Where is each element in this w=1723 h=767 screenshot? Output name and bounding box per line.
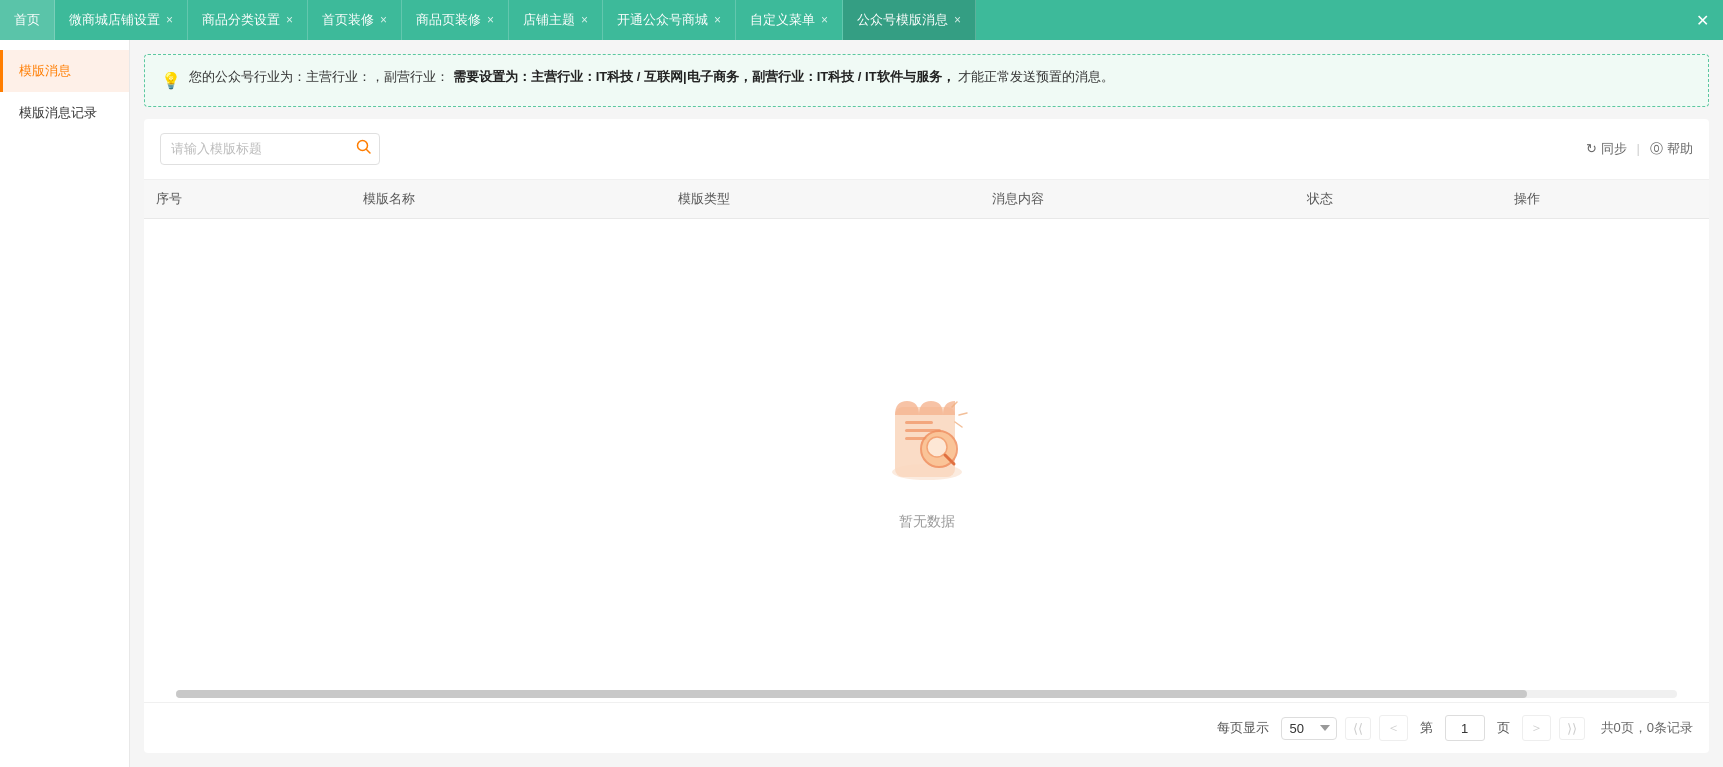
tab-bar: 首页 微商城店铺设置 × 商品分类设置 × 首页装修 × 商品页装修 × 店铺主… (0, 0, 1723, 40)
search-left (160, 133, 372, 165)
total-info: 共0页，0条记录 (1601, 719, 1693, 737)
page-next-button[interactable]: ＞ (1522, 715, 1551, 741)
help-icon: ⓪ (1650, 140, 1663, 158)
search-bar: ↻ 同步 | ⓪ 帮助 (144, 119, 1709, 180)
per-page-label: 每页显示 (1217, 719, 1269, 737)
tab-wechatshop[interactable]: 开通公众号商城 × (603, 0, 736, 40)
page-input[interactable] (1445, 715, 1485, 741)
page-first-button[interactable]: ⟨⟨ (1345, 717, 1371, 740)
empty-state: 暂无数据 (144, 219, 1709, 690)
tab-close-theme[interactable]: × (581, 13, 588, 27)
main-layout: 模版消息 模版消息记录 💡 您的公众号行业为：主营行业：，副营行业： 需要设置为… (0, 40, 1723, 767)
page-prev-button[interactable]: ＜ (1379, 715, 1408, 741)
tab-theme[interactable]: 店铺主题 × (509, 0, 603, 40)
col-header-type: 模版类型 (666, 180, 981, 219)
tab-weshop[interactable]: 微商城店铺设置 × (55, 0, 188, 40)
col-header-content: 消息内容 (980, 180, 1295, 219)
tab-productpage[interactable]: 商品页装修 × (402, 0, 509, 40)
page-last-button[interactable]: ⟩⟩ (1559, 717, 1585, 740)
tab-close-custommenu[interactable]: × (821, 13, 828, 27)
scroll-thumb[interactable] (176, 690, 1527, 698)
col-header-name: 模版名称 (351, 180, 666, 219)
tab-bar-close-all[interactable]: ✕ (1682, 0, 1723, 40)
table-container: ↻ 同步 | ⓪ 帮助 序号 模版名称 模版类型 (144, 119, 1709, 753)
svg-line-11 (959, 413, 967, 415)
search-icon (356, 139, 372, 155)
pagination-bar: 每页显示 10 20 50 100 ⟨⟨ ＜ 第 页 ＞ ⟩⟩ 共0页，0条记录 (144, 702, 1709, 753)
sync-icon: ↻ (1586, 141, 1597, 156)
scroll-container (144, 690, 1709, 702)
table-header-row: 序号 模版名称 模版类型 消息内容 状态 操作 (144, 180, 1709, 219)
col-header-status: 状态 (1295, 180, 1502, 219)
tab-close-templatemsg[interactable]: × (954, 13, 961, 27)
page-label: 页 (1497, 719, 1510, 737)
tab-close-wechatshop[interactable]: × (714, 13, 721, 27)
tab-home[interactable]: 首页 (0, 0, 55, 40)
sidebar-item-template-msg-record[interactable]: 模版消息记录 (0, 92, 129, 134)
notice-banner: 💡 您的公众号行业为：主营行业：，副营行业： 需要设置为：主营行业：IT科技 /… (144, 54, 1709, 107)
tab-category[interactable]: 商品分类设置 × (188, 0, 308, 40)
data-table: 序号 模版名称 模版类型 消息内容 状态 操作 (144, 180, 1709, 219)
tab-homepage[interactable]: 首页装修 × (308, 0, 402, 40)
empty-text: 暂无数据 (899, 513, 955, 531)
sidebar: 模版消息 模版消息记录 (0, 40, 130, 767)
tab-close-category[interactable]: × (286, 13, 293, 27)
notice-icon: 💡 (161, 68, 181, 94)
search-input[interactable] (160, 133, 380, 165)
svg-line-1 (367, 149, 371, 153)
content-area: 💡 您的公众号行业为：主营行业：，副营行业： 需要设置为：主营行业：IT科技 /… (130, 40, 1723, 767)
scroll-track[interactable] (176, 690, 1677, 698)
tab-close-productpage[interactable]: × (487, 13, 494, 27)
col-header-action: 操作 (1502, 180, 1709, 219)
per-page-select[interactable]: 10 20 50 100 (1281, 717, 1337, 740)
tab-templatemsg[interactable]: 公众号模版消息 × (843, 0, 976, 40)
svg-rect-4 (905, 421, 933, 424)
help-button[interactable]: ⓪ 帮助 (1650, 140, 1693, 158)
empty-illustration (867, 377, 987, 497)
sync-button[interactable]: ↻ 同步 (1586, 140, 1627, 158)
tab-close-weshop[interactable]: × (166, 13, 173, 27)
tab-custommenu[interactable]: 自定义菜单 × (736, 0, 843, 40)
page-di-label: 第 (1420, 719, 1433, 737)
svg-line-12 (955, 422, 962, 427)
col-header-index: 序号 (144, 180, 351, 219)
tab-close-homepage[interactable]: × (380, 13, 387, 27)
search-button[interactable] (356, 139, 372, 159)
divider: | (1637, 141, 1640, 156)
search-right: ↻ 同步 | ⓪ 帮助 (1586, 140, 1693, 158)
sidebar-item-template-msg[interactable]: 模版消息 (0, 50, 129, 92)
